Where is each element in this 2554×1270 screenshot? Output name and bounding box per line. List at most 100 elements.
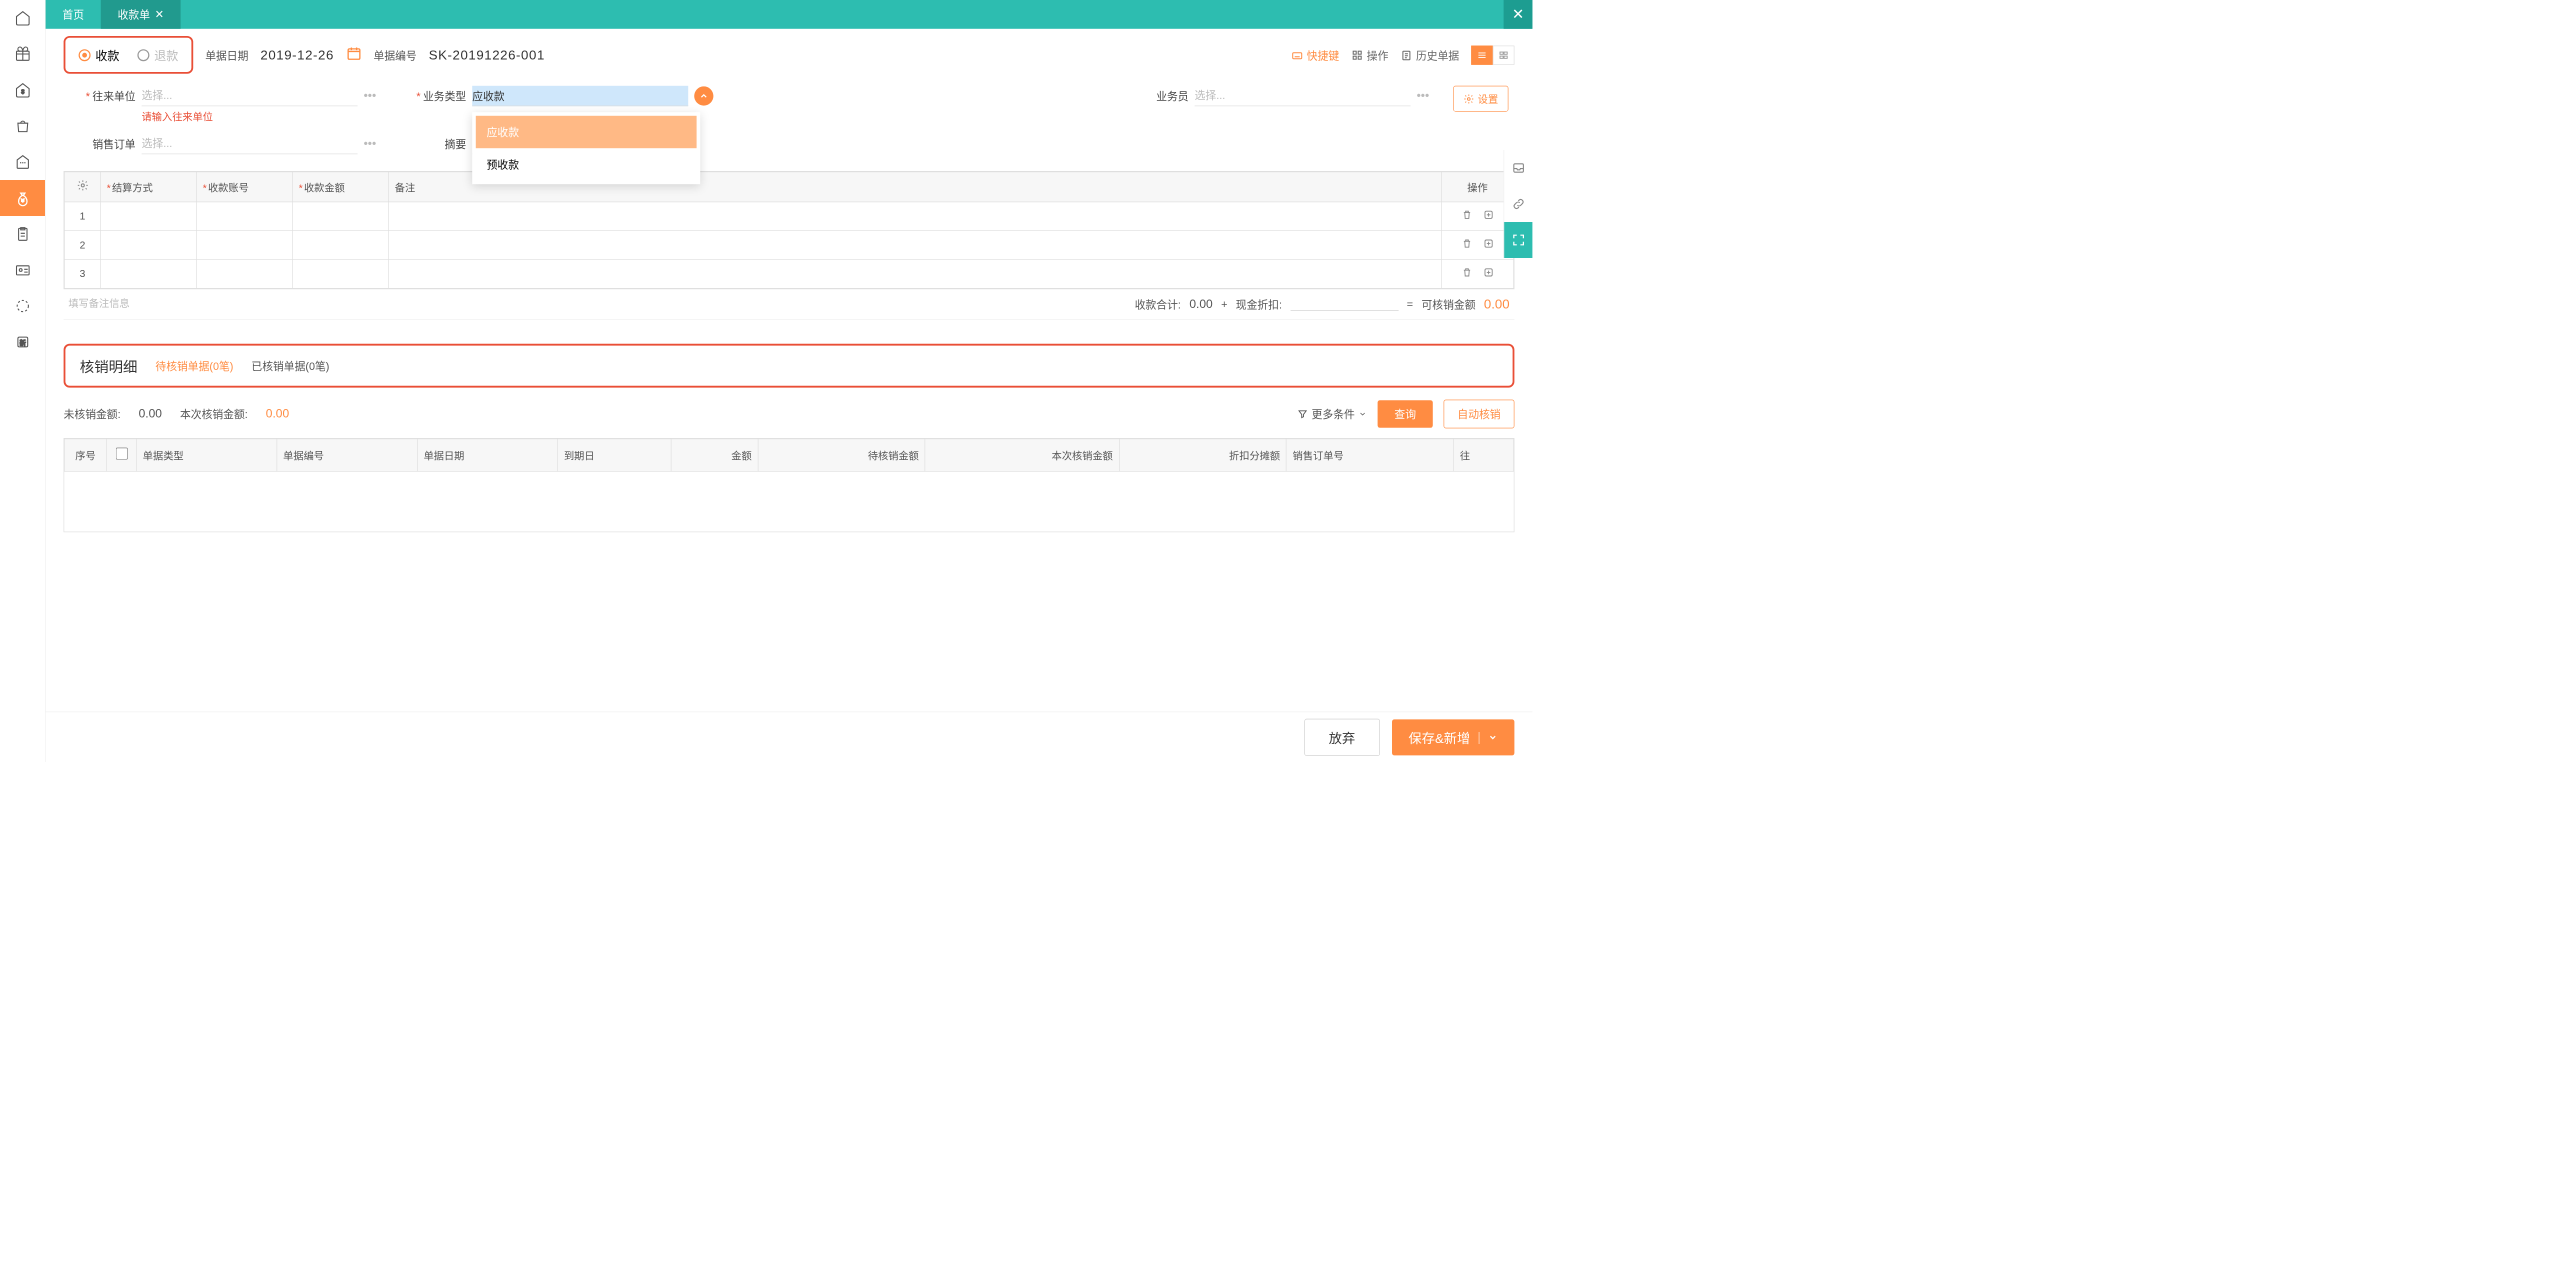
shortcut-link[interactable]: 快捷键 [1291,47,1339,63]
vcol-amount: 金额 [671,439,758,471]
sidebar: $ ¥ 新 [0,0,46,762]
verifiable-label: 可核销金额 [1422,296,1476,312]
table-row[interactable]: 1 [65,202,1514,231]
query-button[interactable]: 查询 [1378,400,1433,428]
vcol-orderno: 销售订单号 [1286,439,1453,471]
verifiable-value: 0.00 [1484,296,1510,312]
col-settle: 结算方式 [101,172,197,202]
history-link[interactable]: 历史单据 [1400,47,1459,63]
biz-opt-advance[interactable]: 预收款 [476,148,697,180]
discount-label: 现金折扣: [1236,296,1282,312]
form-row-1: 往来单位 ••• 请输入往来单位 业务类型 应收款 预收款 [46,81,1533,129]
col-account: 收款账号 [197,172,293,202]
more-filter[interactable]: 更多条件 [1297,406,1367,422]
verify-tab-pending[interactable]: 待核销单据(0笔) [155,358,233,374]
setting-button[interactable]: 设置 [1453,86,1508,112]
radio-tuikuan[interactable]: 退款 [137,46,178,63]
unit-error: 请输入往来单位 [142,109,213,124]
svg-text:¥: ¥ [21,198,24,204]
radio-shoukuan-label: 收款 [95,46,119,63]
unit-more-icon[interactable]: ••• [364,89,377,103]
summary-row: 收款合计: 0.00 + 现金折扣: = 可核销金额 0.00 [64,289,1515,320]
save-button[interactable]: 保存&新增 | [1392,719,1515,755]
tab-close-icon[interactable]: ✕ [155,9,164,20]
salesman-input[interactable] [1195,86,1411,106]
tab-receipt-label: 收款单 [118,7,150,23]
verify-bar: 未核销金额: 0.00 本次核销金额: 0.00 更多条件 查询 自动核销 [64,400,1515,429]
table-row[interactable]: 3 [65,260,1514,289]
delete-icon[interactable] [1461,238,1472,252]
equals-sign: = [1407,298,1413,311]
sidebar-gift[interactable] [0,36,45,72]
select-all-checkbox[interactable] [116,448,128,460]
radio-checked-icon [79,49,91,61]
unit-label: 往来单位 [70,88,136,104]
biz-input[interactable] [472,86,688,106]
main: 首页 收款单 ✕ ✕ 收款 退款 单据日期 2019-12-26 [46,0,1533,762]
biz-opt-receivable[interactable]: 应收款 [476,116,697,148]
vcol-type: 单据类型 [137,439,277,471]
sidebar-clipboard[interactable] [0,216,45,252]
docno-value: SK-20191226-001 [429,47,545,63]
order-input[interactable] [142,134,358,154]
discount-input[interactable] [1290,298,1398,311]
radio-shoukuan[interactable]: 收款 [79,46,120,63]
rail-expand[interactable] [1504,222,1533,258]
tab-receipt[interactable]: 收款单 ✕ [101,0,181,29]
col-gear[interactable] [65,172,101,202]
gear-icon [1463,93,1474,104]
field-biz: 业务类型 应收款 预收款 [400,86,713,106]
biz-dropdown: 应收款 预收款 [472,112,700,184]
row-idx: 2 [65,231,101,260]
sidebar-money-bag[interactable]: ¥ [0,180,45,216]
cancel-button[interactable]: 放弃 [1304,719,1380,756]
view-list[interactable] [1471,45,1493,64]
auto-verify-button[interactable]: 自动核销 [1444,400,1515,429]
vcol-discount: 折扣分摊额 [1119,439,1286,471]
tab-home[interactable]: 首页 [46,0,101,29]
sidebar-refresh[interactable] [0,288,45,324]
view-card[interactable] [1493,45,1515,64]
date-label: 单据日期 [205,47,248,63]
vcol-idx: 序号 [65,439,107,471]
delete-icon[interactable] [1461,267,1472,281]
unverified-value: 0.00 [139,407,162,421]
date-value[interactable]: 2019-12-26 [260,47,334,63]
rail-link[interactable] [1504,186,1533,222]
add-icon[interactable] [1483,238,1494,252]
svg-text:$: $ [21,90,25,96]
add-icon[interactable] [1483,209,1494,223]
biz-chevron-up-icon[interactable] [694,86,713,105]
vcol-no: 单据编号 [277,439,417,471]
sidebar-bag[interactable] [0,108,45,144]
order-label: 销售订单 [70,136,136,152]
field-unit: 往来单位 ••• 请输入往来单位 [70,86,377,106]
tabs-close-all[interactable]: ✕ [1504,0,1533,29]
operate-link[interactable]: 操作 [1351,47,1388,63]
calendar-icon[interactable] [346,46,362,65]
table-row[interactable]: 2 [65,231,1514,260]
verify-table-body [64,472,1514,532]
verify-table: 序号 单据类型 单据编号 单据日期 到期日 金额 待核销金额 本次核销金额 折扣… [64,438,1515,532]
verify-tab-done[interactable]: 已核销单据(0笔) [251,358,329,374]
delete-icon[interactable] [1461,209,1472,223]
sidebar-id-card[interactable] [0,252,45,288]
sidebar-home[interactable] [0,0,45,36]
add-icon[interactable] [1483,267,1494,281]
sidebar-building[interactable] [0,144,45,180]
chevron-down-icon [1358,410,1366,418]
vcol-pending: 待核销金额 [758,439,925,471]
col-amount: 收款金额 [293,172,389,202]
order-more-icon[interactable]: ••• [364,137,377,151]
sidebar-new[interactable]: 新 [0,324,45,360]
radio-tuikuan-label: 退款 [154,46,178,63]
verify-section-header: 核销明细 待核销单据(0笔) 已核销单据(0笔) [64,344,1515,388]
unverified-label: 未核销金额: [64,406,121,422]
unit-input[interactable] [142,86,358,106]
chevron-down-icon [1488,732,1498,742]
row-idx: 1 [65,202,101,231]
sidebar-house-dollar[interactable]: $ [0,72,45,108]
salesman-more-icon[interactable]: ••• [1417,89,1430,103]
remarks-input[interactable] [68,298,248,310]
rail-inbox[interactable] [1504,150,1533,186]
